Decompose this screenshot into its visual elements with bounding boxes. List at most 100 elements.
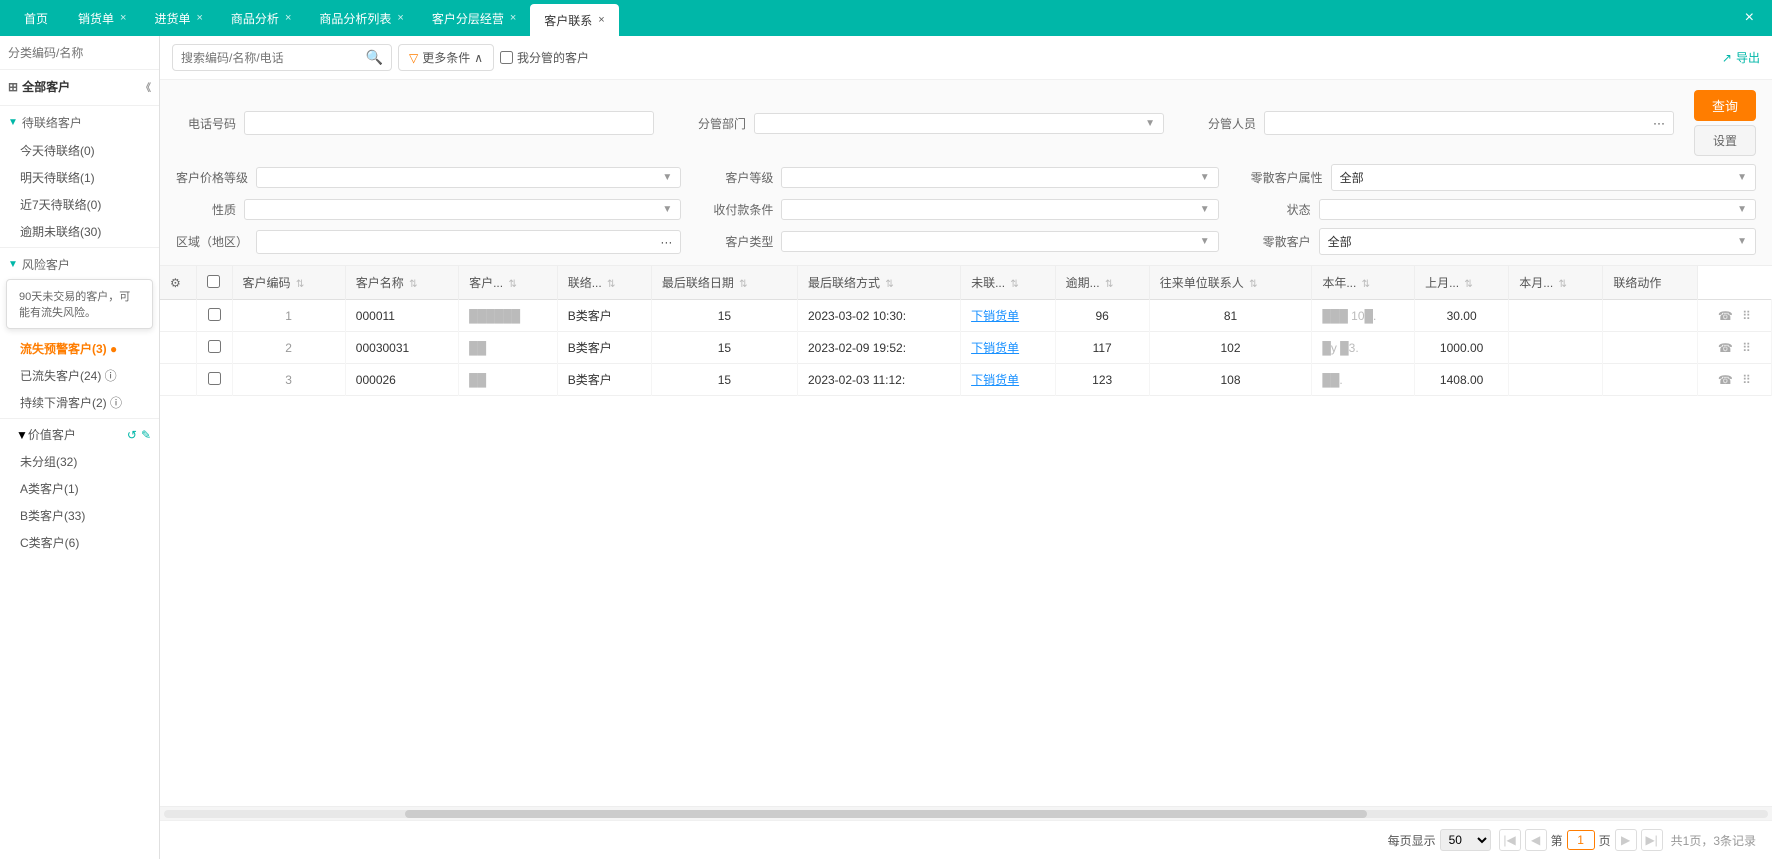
sort-last-month-icon[interactable]: ⇅ (1464, 279, 1472, 290)
close-tab-purchase[interactable]: × (196, 12, 202, 24)
search-button[interactable]: 🔍 (366, 49, 383, 66)
close-tab-sales[interactable]: × (120, 12, 126, 24)
close-tab-customer-contact[interactable]: × (598, 14, 604, 26)
tab-goods-list[interactable]: 商品分析列表 × (305, 0, 417, 36)
col-name: 客户名称 ⇅ (345, 266, 458, 300)
sidebar-item-declining[interactable]: 持续下滑客户(2) ⓘ (0, 389, 159, 416)
filter-phone-input[interactable] (244, 111, 654, 135)
row-action-icon-2[interactable]: ⠿ (1742, 373, 1751, 387)
query-button[interactable]: 查询 (1694, 90, 1756, 121)
filter-payment: 收付款条件 ▼ (713, 199, 1218, 220)
more-dots-person[interactable]: ··· (1653, 116, 1665, 130)
row-action-icon-1[interactable]: ☎ (1718, 341, 1733, 355)
sidebar-item-7days[interactable]: 近7天待联络(0) (0, 191, 159, 218)
next-page-button[interactable]: ▶ (1615, 829, 1637, 851)
table-settings-icon[interactable]: ⚙ (170, 276, 181, 290)
row-last-type[interactable]: 下销货单 (961, 364, 1056, 396)
sidebar-group-pending[interactable]: ▼ 待联络客户 (0, 108, 159, 137)
window-close-button[interactable]: × (1735, 9, 1764, 27)
row-last-type[interactable]: 下销货单 (961, 300, 1056, 332)
col-action: 联络动作 (1603, 266, 1698, 300)
row-action-icon-1[interactable]: ☎ (1718, 373, 1733, 387)
sort-this-month-icon[interactable]: ⇅ (1559, 279, 1567, 290)
close-tab-goods-analysis[interactable]: × (285, 12, 291, 24)
more-dots-area[interactable]: ··· (660, 235, 672, 249)
horizontal-scrollbar[interactable] (160, 806, 1772, 820)
filter-dept-select[interactable]: ▼ (754, 113, 1164, 134)
sort-this-year-icon[interactable]: ⇅ (1362, 279, 1370, 290)
grid-icon: ⊞ (8, 80, 18, 94)
search-input[interactable] (181, 51, 366, 65)
table-header-row: ⚙ 客户编码 ⇅ 客户名称 ⇅ 客户... ⇅ 联络... ⇅ 最后联络日期 ⇅… (160, 266, 1772, 300)
sidebar-item-ungroup[interactable]: 未分组(32) (0, 448, 159, 475)
filter-status-select[interactable]: ▼ (1319, 199, 1756, 220)
row-last-month (1509, 364, 1603, 396)
filter-area: 区域（地区） ··· (176, 230, 681, 254)
sidebar-group-value[interactable]: ▼ 价值客户 ↺ ✎ (0, 421, 159, 448)
sidebar-item-class-c[interactable]: C类客户(6) (0, 529, 159, 556)
sidebar-item-class-b[interactable]: B类客户(33) (0, 502, 159, 529)
prev-page-button[interactable]: ◀ (1525, 829, 1547, 851)
sort-date-icon[interactable]: ⇅ (739, 279, 747, 290)
tab-home[interactable]: 首页 (8, 0, 64, 36)
close-tab-customer-tier[interactable]: × (510, 12, 516, 24)
export-button[interactable]: ↗ 导出 (1722, 49, 1760, 66)
row-actions: ☎ ⠿ (1697, 300, 1771, 332)
sort-name-icon[interactable]: ⇅ (409, 279, 417, 290)
tab-customer-tier[interactable]: 客户分层经营 × (418, 0, 530, 36)
select-all-checkbox[interactable] (207, 275, 220, 288)
row-name: ██ (459, 364, 558, 396)
edit-icon[interactable]: ✎ (141, 428, 151, 442)
sidebar-item-churned[interactable]: 已流失客户(24) ⓘ (0, 362, 159, 389)
tab-goods-analysis[interactable]: 商品分析 × (217, 0, 305, 36)
sort-no-contact-icon[interactable]: ⇅ (1010, 279, 1018, 290)
filter-price-level-select[interactable]: ▼ (256, 167, 681, 188)
my-customers-checkbox-label[interactable]: 我分管的客户 (500, 49, 589, 66)
refresh-icon[interactable]: ↺ (127, 428, 137, 442)
sort-contact-person-icon[interactable]: ⇅ (1249, 279, 1257, 290)
filter-gender-select[interactable]: ▼ (244, 199, 681, 220)
sidebar-item-overdue[interactable]: 逾期未联络(30) (0, 218, 159, 245)
current-page-input[interactable]: 1 (1567, 830, 1595, 850)
sort-code-icon[interactable]: ⇅ (296, 279, 304, 290)
close-tab-goods-list[interactable]: × (397, 12, 403, 24)
sidebar-search-input[interactable] (8, 46, 160, 60)
filter-area-select[interactable]: ··· (256, 230, 681, 254)
sort-contact-icon[interactable]: ⇅ (607, 279, 615, 290)
row-action-icon-1[interactable]: ☎ (1718, 309, 1733, 323)
sidebar-item-class-a[interactable]: A类客户(1) (0, 475, 159, 502)
row-select-checkbox[interactable] (208, 372, 221, 385)
page-size-select[interactable]: 50 100 200 (1440, 829, 1491, 851)
sidebar-group-risk[interactable]: ▼ 风险客户 (0, 250, 159, 279)
sort-overdue-icon[interactable]: ⇅ (1105, 279, 1113, 290)
sort-type-icon[interactable]: ⇅ (508, 279, 516, 290)
more-conditions-button[interactable]: ▽ 更多条件 ∧ (398, 44, 494, 71)
tab-purchase[interactable]: 进货单 × (140, 0, 216, 36)
row-last-type[interactable]: 下销货单 (961, 332, 1056, 364)
filter-payment-select[interactable]: ▼ (781, 199, 1218, 220)
row-action-icon-2[interactable]: ⠿ (1742, 341, 1751, 355)
filter-zero-attr-select[interactable]: 全部 ▼ (1331, 164, 1756, 191)
last-page-button[interactable]: ▶| (1641, 829, 1663, 851)
scroll-thumb[interactable] (405, 810, 1367, 818)
my-customers-checkbox[interactable] (500, 51, 513, 64)
row-select-checkbox[interactable] (208, 340, 221, 353)
col-last-month: 上月... ⇅ (1415, 266, 1509, 300)
row-select-checkbox[interactable] (208, 308, 221, 321)
first-page-button[interactable]: |◀ (1499, 829, 1521, 851)
filter-zero-customer-select[interactable]: 全部 ▼ (1319, 228, 1756, 255)
sidebar-all-customers[interactable]: ⊞ 全部客户 《 (0, 70, 159, 103)
tab-sales[interactable]: 销货单 × (64, 0, 140, 36)
settings-button[interactable]: 设置 (1694, 125, 1756, 156)
tab-customer-contact[interactable]: 客户联系 × (530, 4, 618, 36)
sidebar-item-churn-warning[interactable]: 流失预警客户(3) ● (0, 335, 159, 362)
filter-customer-level-select[interactable]: ▼ (781, 167, 1218, 188)
sidebar-item-tomorrow[interactable]: 明天待联络(1) (0, 164, 159, 191)
filter-customer-type-select[interactable]: ▼ (781, 231, 1218, 252)
row-action-icon-2[interactable]: ⠿ (1742, 309, 1751, 323)
sidebar-item-today[interactable]: 今天待联络(0) (0, 137, 159, 164)
sort-last-type-icon[interactable]: ⇅ (885, 279, 893, 290)
row-contact-person: ███ 10█. (1312, 300, 1415, 332)
table-row: 2 00030031 ██ B类客户 15 2023-02-09 19:52: … (160, 332, 1772, 364)
filter-person-select[interactable]: ··· (1264, 111, 1674, 135)
